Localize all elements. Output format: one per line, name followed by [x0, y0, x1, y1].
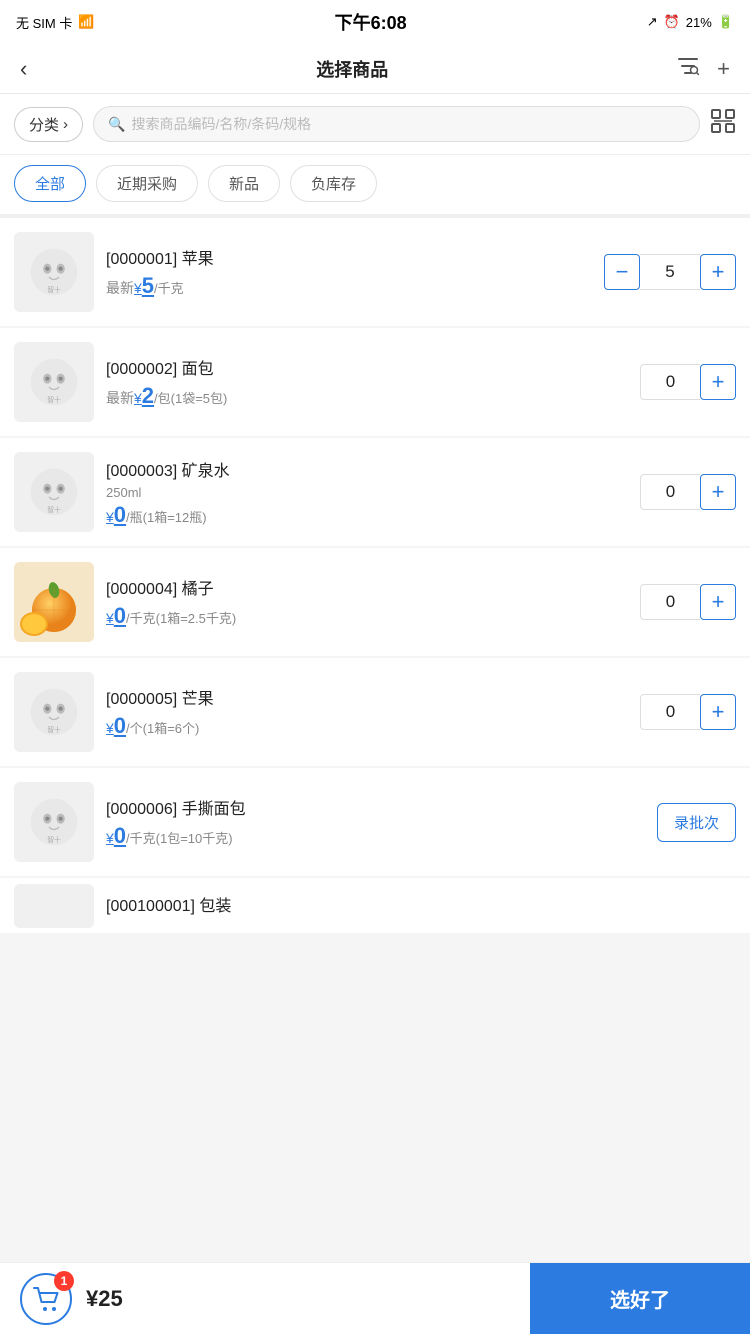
bottom-bar: 1 ¥25 选好了	[0, 1262, 750, 1334]
list-item: 智十 [0000006] 手撕面包 ¥ 0 /千克(1包=10千克) 录批次	[0, 768, 750, 876]
product-list: 智十 [0000001] 苹果 最新 ¥ 5 /千克 − +	[0, 218, 750, 933]
quantity-control: − +	[604, 254, 736, 290]
list-item: 智十 [0000002] 面包 最新 ¥ 2 /包(1袋=5包) +	[0, 328, 750, 436]
wifi-icon: 📶	[78, 14, 94, 30]
batch-button[interactable]: 录批次	[657, 803, 736, 842]
increase-button[interactable]: +	[700, 474, 736, 510]
svg-text:智十: 智十	[47, 395, 61, 404]
back-button[interactable]: ‹	[20, 56, 27, 82]
status-indicators: ↗ ⏰ 21% 🔋	[647, 14, 734, 30]
status-bar: 无 SIM 卡 📶 下午6:08 ↗ ⏰ 21% 🔋	[0, 0, 750, 44]
increase-button[interactable]: +	[700, 584, 736, 620]
product-price: ¥ 0 /千克(1包=10千克)	[106, 823, 645, 849]
product-name: [0000005] 芒果	[106, 685, 628, 709]
search-icon: 🔍	[108, 116, 125, 133]
tab-all[interactable]: 全部	[14, 165, 86, 202]
cart-badge: 1	[54, 1271, 74, 1291]
quantity-input[interactable]	[640, 584, 700, 620]
product-thumbnail	[14, 562, 94, 642]
tab-negative[interactable]: 负库存	[290, 165, 377, 202]
svg-text:智十: 智十	[47, 835, 61, 844]
scan-icon[interactable]	[710, 108, 736, 140]
product-price: ¥ 0 /个(1箱=6个)	[106, 713, 628, 739]
search-box[interactable]: 🔍 搜索商品编码/名称/条码/规格	[93, 106, 700, 142]
tab-bar: 全部 近期采购 新品 负库存	[0, 155, 750, 218]
tab-new[interactable]: 新品	[208, 165, 280, 202]
battery-text: 21%	[686, 15, 712, 30]
list-item: 智十 [0000005] 芒果 ¥ 0 /个(1箱=6个) +	[0, 658, 750, 766]
increase-button[interactable]: +	[700, 364, 736, 400]
svg-text:智十: 智十	[47, 725, 61, 734]
list-item: [000100001] 包装	[0, 878, 750, 933]
tab-recent[interactable]: 近期采购	[96, 165, 198, 202]
list-item: [0000004] 橘子 ¥ 0 /千克(1箱=2.5千克) +	[0, 548, 750, 656]
decrease-button[interactable]: −	[604, 254, 640, 290]
quantity-control: +	[640, 694, 736, 730]
product-price: 最新 ¥ 5 /千克	[106, 273, 592, 299]
cart-section: 1 ¥25	[0, 1273, 530, 1325]
list-item: 智十 [0000003] 矿泉水 250ml ¥ 0 /瓶(1箱=12瓶) +	[0, 438, 750, 546]
quantity-input[interactable]	[640, 364, 700, 400]
product-name: [0000001] 苹果	[106, 245, 592, 269]
product-info: [0000006] 手撕面包 ¥ 0 /千克(1包=10千克)	[106, 795, 645, 849]
increase-button[interactable]: +	[700, 254, 736, 290]
nav-actions: +	[677, 56, 730, 82]
filter-bar: 分类 › 🔍 搜索商品编码/名称/条码/规格	[0, 94, 750, 155]
add-icon[interactable]: +	[717, 56, 730, 82]
svg-text:智十: 智十	[47, 285, 61, 294]
nav-bar: ‹ 选择商品 +	[0, 44, 750, 94]
cart-total: ¥25	[86, 1286, 123, 1312]
product-price: 最新 ¥ 2 /包(1袋=5包)	[106, 383, 628, 409]
page-title: 选择商品	[316, 56, 388, 82]
batch-button-wrap: 录批次	[657, 803, 736, 842]
product-thumbnail: 智十	[14, 232, 94, 312]
filter-icon[interactable]	[677, 56, 699, 82]
product-name: [0000003] 矿泉水	[106, 457, 628, 481]
product-price: ¥ 0 /千克(1箱=2.5千克)	[106, 603, 628, 629]
battery-icon: 🔋	[718, 14, 734, 30]
quantity-control: +	[640, 474, 736, 510]
alarm-icon: ⏰	[664, 14, 680, 30]
search-placeholder: 搜索商品编码/名称/条码/规格	[131, 114, 311, 134]
status-time: 下午6:08	[335, 9, 407, 35]
quantity-control: +	[640, 584, 736, 620]
cart-icon-button[interactable]: 1	[20, 1273, 72, 1325]
product-price: ¥ 0 /瓶(1箱=12瓶)	[106, 502, 628, 528]
product-thumbnail: 智十	[14, 452, 94, 532]
category-button[interactable]: 分类 ›	[14, 107, 83, 142]
product-thumbnail	[14, 884, 94, 928]
increase-button[interactable]: +	[700, 694, 736, 730]
product-spec: 250ml	[106, 485, 628, 500]
list-item: 智十 [0000001] 苹果 最新 ¥ 5 /千克 − +	[0, 218, 750, 326]
product-info: [0000004] 橘子 ¥ 0 /千克(1箱=2.5千克)	[106, 575, 628, 629]
product-info: [0000001] 苹果 最新 ¥ 5 /千克	[106, 245, 592, 299]
product-info: [0000003] 矿泉水 250ml ¥ 0 /瓶(1箱=12瓶)	[106, 457, 628, 528]
carrier-text: 无 SIM 卡	[16, 13, 72, 32]
svg-text:智十: 智十	[47, 505, 61, 514]
product-name: [0000004] 橘子	[106, 575, 628, 599]
status-carrier: 无 SIM 卡 📶	[16, 13, 95, 32]
product-thumbnail: 智十	[14, 672, 94, 752]
quantity-input[interactable]	[640, 694, 700, 730]
product-info: [0000002] 面包 最新 ¥ 2 /包(1袋=5包)	[106, 355, 628, 409]
product-thumbnail: 智十	[14, 782, 94, 862]
product-info: [0000005] 芒果 ¥ 0 /个(1箱=6个)	[106, 685, 628, 739]
confirm-button[interactable]: 选好了	[530, 1263, 750, 1334]
product-name: [0000002] 面包	[106, 355, 628, 379]
product-info: [000100001] 包装	[106, 892, 736, 920]
location-icon: ↗	[647, 14, 658, 30]
quantity-control: +	[640, 364, 736, 400]
product-name: [0000006] 手撕面包	[106, 795, 645, 819]
category-label: 分类	[29, 114, 59, 135]
category-arrow: ›	[63, 116, 68, 133]
product-thumbnail: 智十	[14, 342, 94, 422]
product-name: [000100001] 包装	[106, 892, 736, 916]
quantity-input[interactable]	[640, 474, 700, 510]
quantity-input[interactable]	[640, 254, 700, 290]
